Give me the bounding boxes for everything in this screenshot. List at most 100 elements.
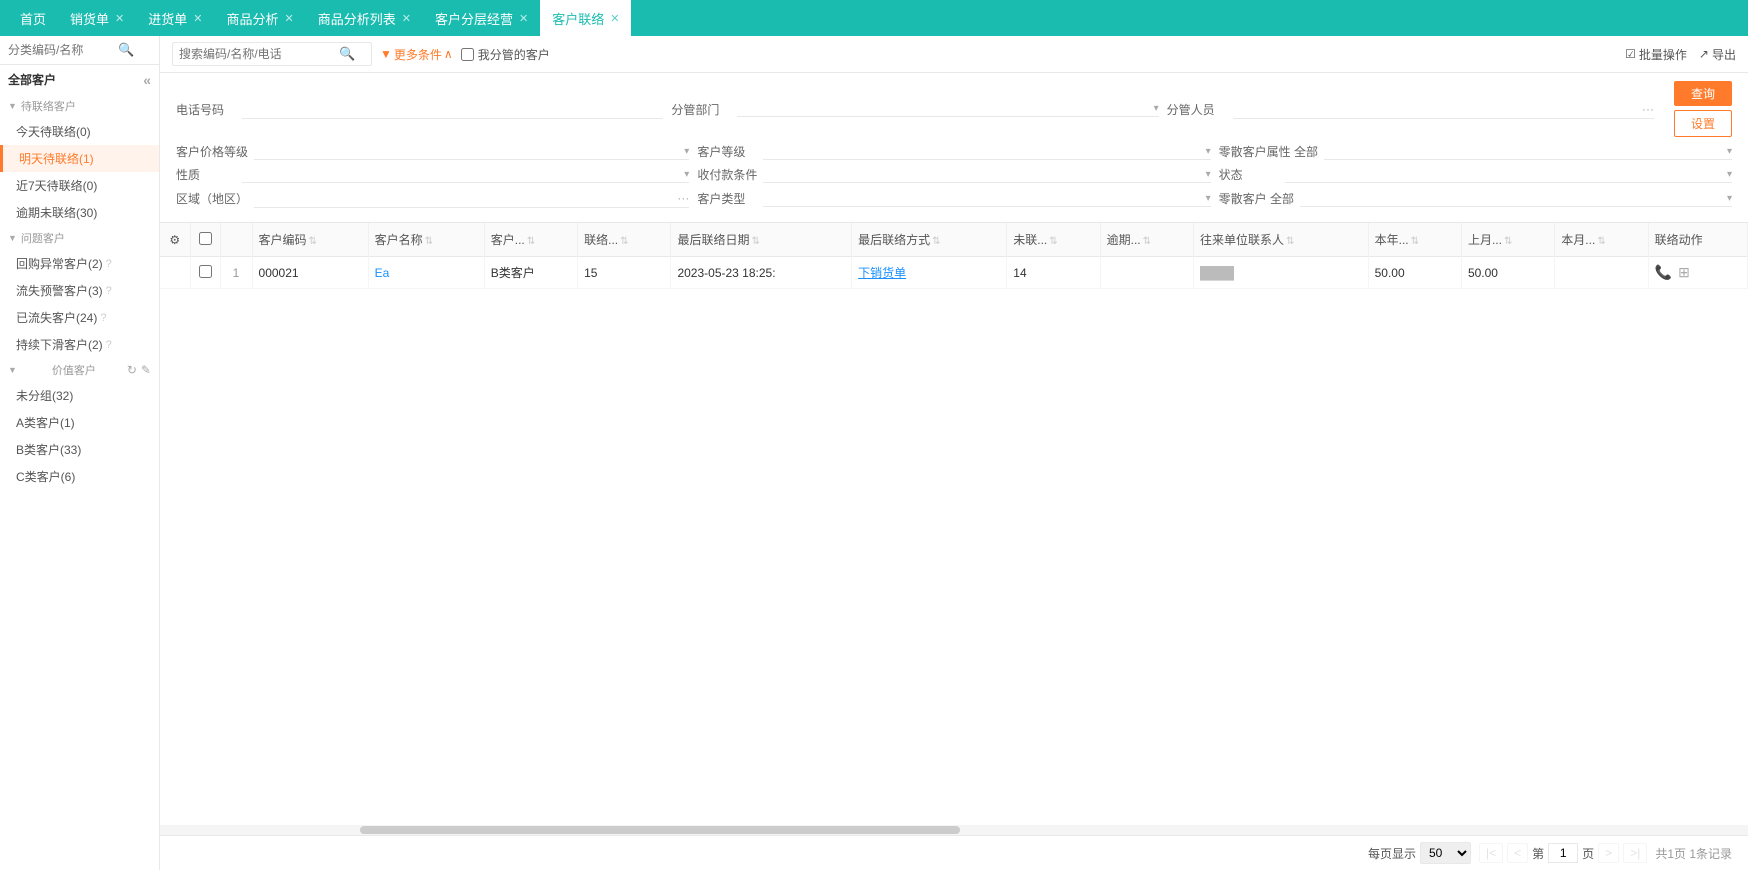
payment-terms-select[interactable]: ▾: [763, 167, 1210, 183]
reset-button[interactable]: 设置: [1674, 110, 1732, 137]
row-overdue: [1100, 257, 1193, 289]
close-icon[interactable]: ✕: [193, 12, 202, 25]
col-overdue[interactable]: 逾期...⇅: [1100, 223, 1193, 257]
last-page-button[interactable]: >|: [1623, 843, 1647, 863]
batch-icon: ☑: [1625, 47, 1636, 61]
toolbar: 🔍 ▼ 更多条件 ∧ 我分管的客户 ☑ 批量操作 ↗ 导出: [160, 36, 1748, 73]
col-last-contact-method[interactable]: 最后联络方式⇅: [852, 223, 1007, 257]
main-layout: 🔍 全部客户 « 待联络客户 今天待联络(0) 明天待联络(1) 近7天待联络(…: [0, 36, 1748, 870]
grid-action-icon[interactable]: ⊞: [1678, 264, 1690, 281]
all-customers-header[interactable]: 全部客户 «: [0, 65, 159, 94]
nav-purchase-order[interactable]: 进货单 ✕: [136, 0, 214, 36]
nav-customer-tiering[interactable]: 客户分层经营 ✕: [423, 0, 540, 36]
nav-product-analysis-list[interactable]: 商品分析列表 ✕: [306, 0, 423, 36]
col-customer-type[interactable]: 客户...⇅: [484, 223, 577, 257]
more-filter-button[interactable]: ▼ 更多条件 ∧: [380, 46, 453, 63]
retail-attr-select[interactable]: ▾: [1324, 144, 1732, 160]
row-select-checkbox[interactable]: [199, 265, 212, 278]
group-value-customers: 价值客户 ↻ ✎: [0, 358, 159, 382]
col-this-year[interactable]: 本年...⇅: [1368, 223, 1461, 257]
first-page-button[interactable]: |<: [1479, 843, 1503, 863]
next-page-button[interactable]: >: [1598, 843, 1619, 863]
nav-customer-contact[interactable]: 客户联络 ✕: [540, 0, 631, 36]
page-size-select-input[interactable]: 50 100 200: [1420, 842, 1471, 864]
sidebar-search-input[interactable]: [8, 43, 118, 57]
dept-filter-select[interactable]: ▾: [737, 101, 1158, 117]
row-no-contact-days: 14: [1007, 257, 1100, 289]
help-icon: ?: [106, 258, 112, 270]
filter-icon: ▼: [380, 47, 392, 61]
sidebar-item-class-a[interactable]: A类客户(1): [0, 409, 159, 436]
filter-row-2: 客户价格等级 ▾ 客户等级 ▾ 零散客户属性 全部 ▾: [176, 143, 1732, 160]
sidebar-item-today-contact[interactable]: 今天待联络(0): [0, 118, 159, 145]
customer-level-select[interactable]: ▾: [763, 144, 1210, 160]
filter-nature: 性质 ▾: [176, 166, 689, 183]
col-no-contact-days[interactable]: 未联...⇅: [1007, 223, 1100, 257]
sidebar-item-churn-warning[interactable]: 流失预警客户(3) ?: [0, 277, 159, 304]
status-select[interactable]: ▾: [1285, 167, 1732, 183]
search-input[interactable]: [179, 47, 339, 61]
search-icon[interactable]: 🔍: [118, 42, 134, 58]
edit-icon[interactable]: ✎: [141, 363, 151, 377]
row-last-contact-method[interactable]: 下销货单: [852, 257, 1007, 289]
customer-type-select[interactable]: ▾: [763, 191, 1210, 207]
nav-sales-order[interactable]: 销货单 ✕: [58, 0, 136, 36]
col-last-month[interactable]: 上月...⇅: [1461, 223, 1554, 257]
close-icon[interactable]: ✕: [610, 12, 619, 25]
filter-payment-terms: 收付款条件 ▾: [697, 166, 1210, 183]
sidebar-item-churned[interactable]: 已流失客户(24) ?: [0, 304, 159, 331]
manager-filter-select[interactable]: ···: [1233, 100, 1654, 119]
sidebar-item-7day-contact[interactable]: 近7天待联络(0): [0, 172, 159, 199]
export-button[interactable]: ↗ 导出: [1699, 46, 1736, 63]
refresh-icon[interactable]: ↻: [127, 363, 137, 377]
close-icon[interactable]: ✕: [285, 12, 294, 25]
col-customer-name[interactable]: 客户名称⇅: [368, 223, 484, 257]
search-icon[interactable]: 🔍: [339, 46, 355, 62]
help-icon: ?: [106, 285, 112, 297]
phone-action-icon[interactable]: 📞: [1655, 264, 1672, 281]
batch-operation-button[interactable]: ☑ 批量操作: [1625, 46, 1687, 63]
sidebar-item-class-b[interactable]: B类客户(33): [0, 436, 159, 463]
filter-row-1: 电话号码 分管部门 ▾ 分管人员 ··· 查询 设置: [176, 81, 1732, 137]
row-this-year: 50.00: [1368, 257, 1461, 289]
nav-product-analysis[interactable]: 商品分析 ✕: [214, 0, 305, 36]
nav-home[interactable]: 首页: [8, 0, 58, 36]
col-customer-code[interactable]: 客户编码⇅: [252, 223, 368, 257]
scrollbar-thumb[interactable]: [360, 826, 960, 834]
row-this-month: [1555, 257, 1648, 289]
sidebar-item-tomorrow-contact[interactable]: 明天待联络(1): [0, 145, 159, 172]
my-customers-checkbox[interactable]: [461, 48, 474, 61]
search-bar: 🔍: [172, 42, 372, 66]
close-icon[interactable]: ✕: [402, 12, 411, 25]
page-number-input[interactable]: [1548, 843, 1578, 863]
filter-phone: 电话号码: [176, 100, 663, 119]
filter-row-3: 性质 ▾ 收付款条件 ▾ 状态 ▾: [176, 166, 1732, 183]
customer-table: ⚙ 客户编码⇅ 客户名称⇅ 客户...⇅ 联络...⇅ 最后联络日期⇅ 最后联络…: [160, 223, 1748, 289]
select-all-checkbox[interactable]: [199, 232, 212, 245]
sidebar-item-class-c[interactable]: C类客户(6): [0, 463, 159, 490]
filter-retail-attr: 零散客户属性 全部 ▾: [1219, 143, 1732, 160]
region-select[interactable]: ···: [254, 189, 689, 208]
table-header-row: ⚙ 客户编码⇅ 客户名称⇅ 客户...⇅ 联络...⇅ 最后联络日期⇅ 最后联络…: [160, 223, 1748, 257]
col-this-month[interactable]: 本月...⇅: [1555, 223, 1648, 257]
price-level-select[interactable]: ▾: [254, 144, 689, 160]
retail-customer-select[interactable]: ▾: [1300, 191, 1732, 207]
col-settings[interactable]: ⚙: [160, 223, 190, 257]
top-navigation: 首页 销货单 ✕ 进货单 ✕ 商品分析 ✕ 商品分析列表 ✕ 客户分层经营 ✕ …: [0, 0, 1748, 36]
nature-select[interactable]: ▾: [242, 167, 689, 183]
sidebar-item-repurchase-anomaly[interactable]: 回购异常客户(2) ?: [0, 250, 159, 277]
filter-customer-level: 客户等级 ▾: [697, 143, 1210, 160]
col-last-contact-date[interactable]: 最后联络日期⇅: [671, 223, 852, 257]
sidebar-item-ungrouped[interactable]: 未分组(32): [0, 382, 159, 409]
prev-page-button[interactable]: <: [1507, 843, 1528, 863]
sidebar-item-declining[interactable]: 持续下滑客户(2) ?: [0, 331, 159, 358]
close-icon[interactable]: ✕: [519, 12, 528, 25]
close-icon[interactable]: ✕: [115, 12, 124, 25]
horizontal-scrollbar[interactable]: [160, 825, 1748, 835]
filter-manager: 分管人员 ···: [1167, 100, 1654, 119]
col-contact-count[interactable]: 联络...⇅: [578, 223, 671, 257]
phone-filter-input[interactable]: [242, 100, 663, 119]
col-contact-person[interactable]: 往来单位联系人⇅: [1193, 223, 1368, 257]
query-button[interactable]: 查询: [1674, 81, 1732, 106]
sidebar-item-overdue-contact[interactable]: 逾期未联络(30): [0, 199, 159, 226]
